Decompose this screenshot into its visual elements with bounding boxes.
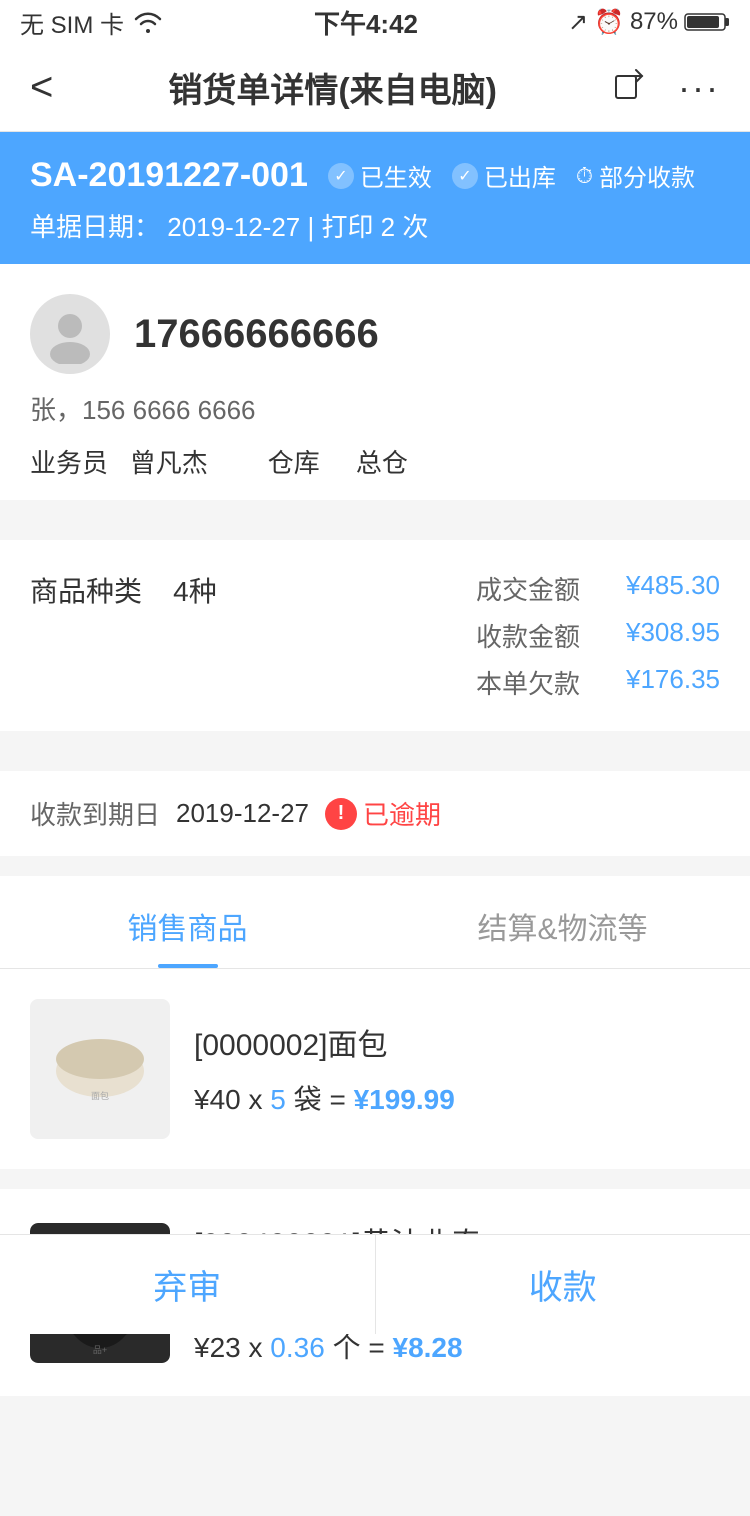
- order-id-row: SA-20191227-001 ✓ 已生效 ✓ 已出库 ⏱ 部分收款: [30, 156, 720, 195]
- share-icon[interactable]: [612, 66, 648, 110]
- deal-label: 成交金额: [476, 570, 580, 607]
- due-date: 2019-12-27: [176, 798, 309, 829]
- stats-right: 成交金额 ¥485.30 收款金额 ¥308.95 本单欠款 ¥176.35: [476, 570, 720, 701]
- overdue-icon: !: [325, 798, 357, 830]
- order-header: SA-20191227-001 ✓ 已生效 ✓ 已出库 ⏱ 部分收款 单据日期：…: [0, 132, 750, 264]
- overdue-badge: ! 已逾期: [325, 795, 441, 832]
- deal-value: ¥485.30: [600, 570, 720, 607]
- svg-text:品+: 品+: [93, 1345, 107, 1355]
- warehouse-info: 仓库 总仓: [268, 443, 408, 480]
- avatar-icon: [40, 304, 100, 364]
- tab-section: 销售商品 结算&物流等: [0, 876, 750, 969]
- cancel-button[interactable]: 弃审: [0, 1235, 376, 1334]
- status-badge-3: ⏱ 部分收款: [576, 158, 695, 193]
- status-text-2: 已出库: [484, 158, 556, 193]
- confirm-button[interactable]: 收款: [376, 1235, 750, 1334]
- tabs: 销售商品 结算&物流等: [0, 876, 750, 968]
- print-info: | 打印 2 次: [307, 212, 428, 242]
- status-badge-1: ✓ 已生效: [328, 158, 432, 193]
- battery-icon: [684, 11, 730, 33]
- bread-placeholder-icon: 面包: [50, 1029, 150, 1109]
- status-time: 下午4:42: [314, 4, 418, 41]
- gap-1: [0, 520, 750, 540]
- page-title: 销货单详情(来自电脑): [168, 63, 497, 112]
- list-item: 面包 [0000002]面包 ¥40 x 5 袋 = ¥199.99: [0, 969, 750, 1169]
- overdue-text: 已逾期: [363, 795, 441, 832]
- product-thumb-1: 面包: [30, 999, 170, 1139]
- due-label: 收款到期日: [30, 795, 160, 832]
- list-padding: [0, 1416, 750, 1516]
- received-label: 收款金额: [476, 617, 580, 654]
- status-bar: 无 SIM 卡 下午4:42 ↗ ⏰ 87%: [0, 0, 750, 44]
- product-name-1: [0000002]面包: [194, 1020, 720, 1064]
- clock-icon: ⏱: [576, 163, 593, 189]
- customer-section: 17666666666 张，156 6666 6666 业务员 曾凡杰 仓库 总…: [0, 264, 750, 500]
- sales-label: 业务员: [30, 448, 108, 478]
- product-type-count: 4种: [173, 576, 217, 607]
- back-button[interactable]: <: [30, 65, 53, 110]
- stats-section: 商品种类 4种 成交金额 ¥485.30 收款金额 ¥308.95 本单欠款 ¥…: [0, 540, 750, 731]
- due-section: 收款到期日 2019-12-27 ! 已逾期: [0, 771, 750, 856]
- avatar: [30, 294, 110, 374]
- warehouse-name: 总仓: [356, 448, 408, 478]
- more-icon[interactable]: ···: [678, 67, 720, 109]
- status-badge-2: ✓ 已出库: [452, 158, 556, 193]
- gap-2: [0, 751, 750, 771]
- order-date-row: 单据日期： 2019-12-27 | 打印 2 次: [30, 207, 720, 244]
- customer-main: 17666666666: [30, 294, 720, 374]
- received-value: ¥308.95: [600, 617, 720, 654]
- status-right: ↗ ⏰ 87%: [568, 8, 730, 37]
- stat-deal: 成交金额 ¥485.30: [476, 570, 720, 607]
- product-price-1: ¥40 x 5 袋 = ¥199.99: [194, 1078, 720, 1118]
- bottom-bar: 弃审 收款: [0, 1234, 750, 1334]
- stat-received: 收款金额 ¥308.95: [476, 617, 720, 654]
- customer-name-phone: 张，156 6666 6666: [30, 390, 720, 427]
- date-label: 单据日期：: [30, 212, 160, 242]
- status-left: 无 SIM 卡: [20, 5, 164, 40]
- carrier-text: 无 SIM 卡: [20, 5, 124, 40]
- stats-left: 商品种类 4种: [30, 570, 217, 610]
- alarm-icon: ⏰: [594, 8, 624, 37]
- nav-bar: < 销货单详情(来自电脑) ···: [0, 44, 750, 132]
- sales-info: 业务员 曾凡杰: [30, 443, 208, 480]
- check-icon-2: ✓: [452, 163, 478, 189]
- tab-settlement[interactable]: 结算&物流等: [375, 876, 750, 968]
- owed-label: 本单欠款: [476, 664, 580, 701]
- warehouse-label: 仓库: [268, 448, 320, 478]
- battery-text: 87%: [630, 8, 678, 36]
- nav-actions: ···: [612, 66, 720, 110]
- product-info-1: [0000002]面包 ¥40 x 5 袋 = ¥199.99: [194, 1020, 720, 1118]
- location-icon: ↗: [568, 8, 588, 37]
- order-date: 2019-12-27: [167, 212, 300, 242]
- gap-3: [0, 866, 750, 876]
- product-type-label: 商品种类: [30, 576, 142, 607]
- order-id: SA-20191227-001: [30, 156, 308, 195]
- stat-owed: 本单欠款 ¥176.35: [476, 664, 720, 701]
- sales-person: 曾凡杰: [130, 448, 208, 478]
- wifi-icon: [132, 11, 164, 33]
- owed-value: ¥176.35: [600, 664, 720, 701]
- customer-meta: 业务员 曾凡杰 仓库 总仓: [30, 443, 720, 480]
- tab-products[interactable]: 销售商品: [0, 876, 375, 968]
- customer-phone: 17666666666: [134, 312, 379, 357]
- status-text-3: 部分收款: [599, 158, 695, 193]
- svg-text:面包: 面包: [91, 1090, 109, 1101]
- status-text-1: 已生效: [360, 158, 432, 193]
- check-icon-1: ✓: [328, 163, 354, 189]
